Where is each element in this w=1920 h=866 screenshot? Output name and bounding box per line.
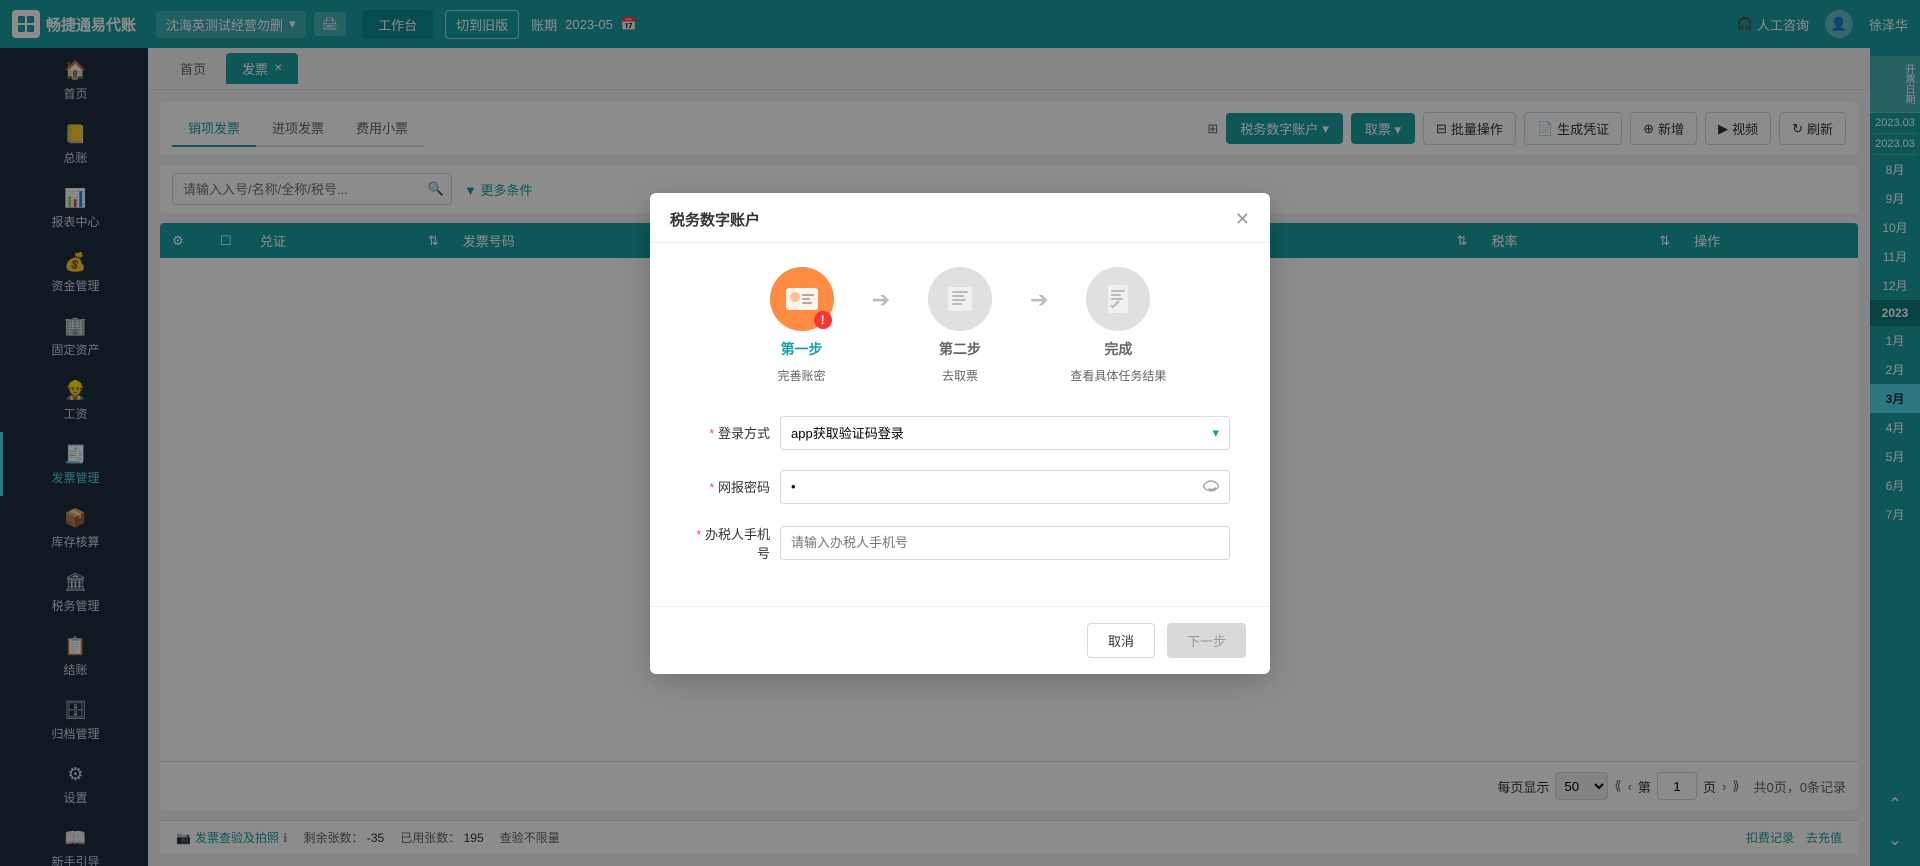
step-2: 第二步 去取票 [890,267,1030,384]
steps-container: ! 第一步 完善账密 ➔ [690,267,1230,384]
next-button[interactable]: 下一步 [1167,623,1246,658]
phone-input-wrap [780,526,1230,560]
step-2-desc: 去取票 [942,367,978,384]
login-method-label: * 登录方式 [690,423,780,442]
required-mark-2: * [709,480,714,495]
modal-body: ! 第一步 完善账密 ➔ [650,243,1270,606]
step-arrow-1: ➔ [872,287,890,313]
step-3-desc: 查看具体任务结果 [1070,367,1166,384]
tax-digital-modal: 税务数字账户 ✕ [650,193,1270,674]
step-2-label: 第二步 [939,339,981,359]
step-3-label: 完成 [1104,339,1132,359]
form-row-phone: * 办税人手机号 [690,524,1230,562]
password-label: * 网报密码 [690,477,780,496]
login-method-select[interactable]: app获取验证码登录 ▾ [780,416,1230,450]
step-1-label: 第一步 [781,339,823,359]
required-mark-3: * [696,527,701,542]
form-row-password: * 网报密码 [690,470,1230,504]
phone-label: * 办税人手机号 [690,524,780,562]
step-1-icon: ! [770,267,834,331]
modal-header: 税务数字账户 ✕ [650,193,1270,243]
alert-dot: ! [814,311,832,329]
modal-footer: 取消 下一步 [650,606,1270,674]
phone-input[interactable] [780,526,1230,560]
step-1-desc: 完善账密 [778,367,826,384]
modal-overlay[interactable]: 税务数字账户 ✕ [0,0,1920,866]
cancel-button[interactable]: 取消 [1087,623,1155,658]
select-dropdown-icon: ▾ [1212,425,1219,441]
password-input-wrap [780,470,1230,504]
modal-close-button[interactable]: ✕ [1235,210,1250,228]
step-3: 完成 查看具体任务结果 [1048,267,1188,384]
eye-icon[interactable] [1202,479,1220,495]
step-arrow-2: ➔ [1030,287,1048,313]
step-1: ! 第一步 完善账密 [732,267,872,384]
step-2-icon [928,267,992,331]
step-3-icon [1086,267,1150,331]
required-mark: * [709,426,714,441]
password-input[interactable] [780,470,1230,504]
modal-title: 税务数字账户 [670,209,760,230]
form-row-login-method: * 登录方式 app获取验证码登录 ▾ [690,416,1230,450]
